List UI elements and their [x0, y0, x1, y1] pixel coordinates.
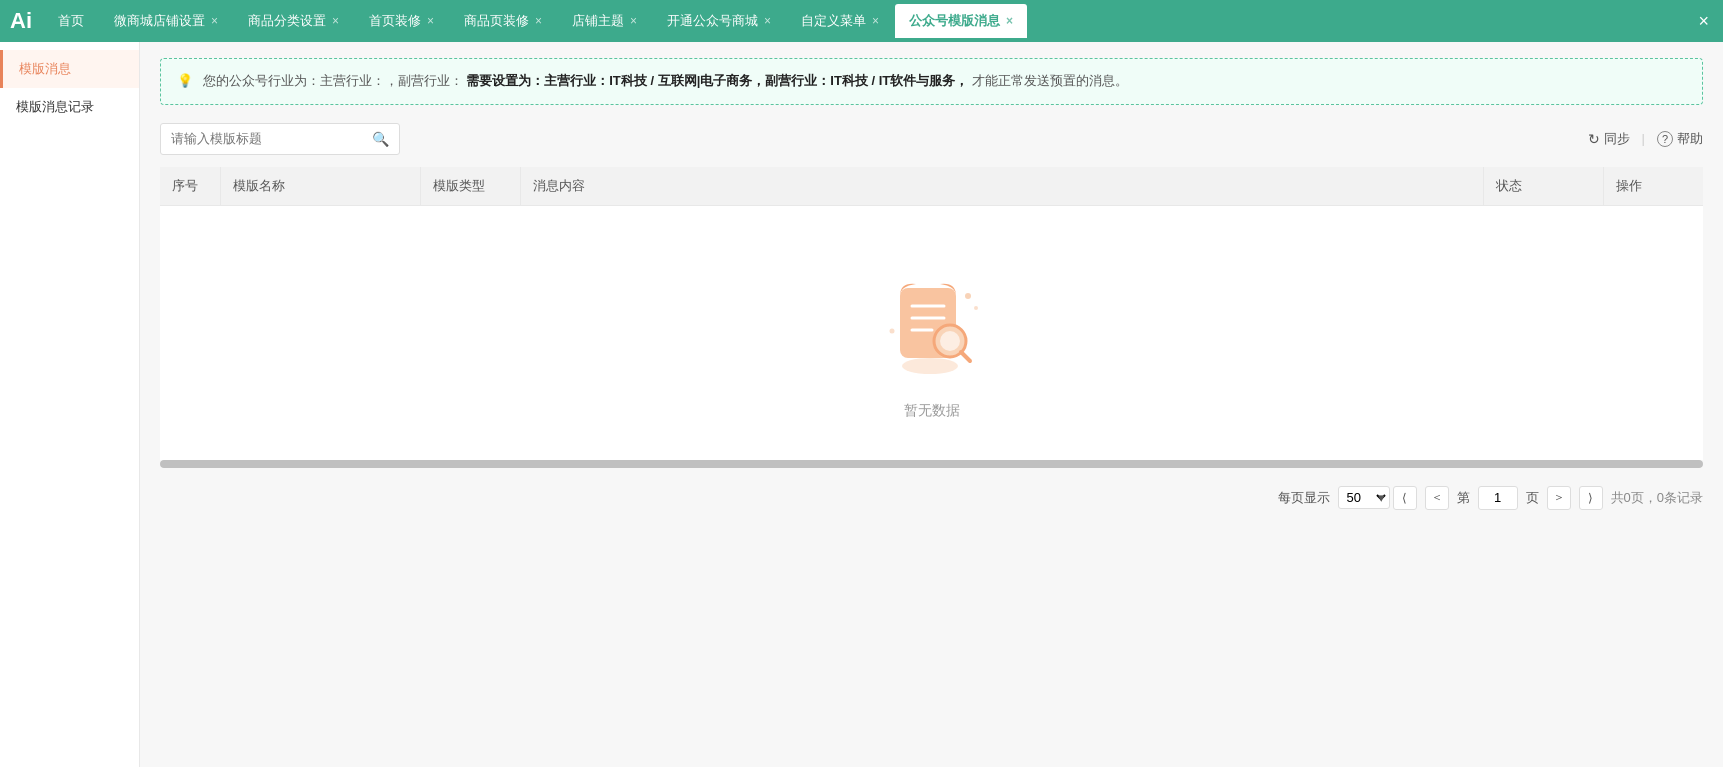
pagination: 每页显示 50 10 20 100 ▾ ⟨ ＜ 第 页 ＞ ⟩ [160, 478, 1703, 518]
close-productpage[interactable]: × [535, 14, 542, 28]
page-label: 第 [1457, 489, 1470, 507]
table-scrollbar[interactable] [160, 460, 1703, 468]
logo-tab: Ai [4, 4, 42, 38]
sidebar-item-template-record[interactable]: 模版消息记录 [0, 88, 139, 126]
search-input[interactable] [171, 131, 372, 146]
tab-home[interactable]: 首页 [44, 4, 98, 38]
page-size-label: 每页显示 [1278, 489, 1330, 507]
notice-icon: 💡 [177, 73, 193, 88]
window-close-button[interactable]: × [1688, 11, 1719, 32]
search-row: 🔍 ↻ 同步 | ? 帮助 [160, 123, 1703, 155]
sidebar-item-template-msg[interactable]: 模版消息 [0, 50, 139, 88]
main-layout: 模版消息 模版消息记录 💡 您的公众号行业为：主营行业：，副营行业： 需要设置为… [0, 42, 1723, 767]
next-page-icon: ＞ [1553, 489, 1565, 506]
close-custommenu[interactable]: × [872, 14, 879, 28]
close-template[interactable]: × [1006, 14, 1013, 28]
col-header-action: 操作 [1603, 167, 1703, 206]
last-page-icon: ⟩ [1588, 491, 1593, 505]
tab-mall[interactable]: 开通公众号商城 × [653, 4, 785, 38]
tab-custommenu[interactable]: 自定义菜单 × [787, 4, 893, 38]
sync-button[interactable]: ↻ 同步 [1588, 130, 1630, 148]
empty-text: 暂无数据 [160, 402, 1703, 420]
empty-state: 暂无数据 [160, 206, 1703, 460]
tab-category[interactable]: 商品分类设置 × [234, 4, 353, 38]
search-input-wrap: 🔍 [160, 123, 400, 155]
col-header-name: 模版名称 [220, 167, 420, 206]
tab-bar: Ai 首页 微商城店铺设置 × 商品分类设置 × 首页装修 × 商品页装修 × … [0, 0, 1723, 42]
svg-point-8 [965, 293, 971, 299]
svg-point-6 [940, 331, 960, 351]
table-empty-row: 暂无数据 [160, 205, 1703, 460]
prev-page-icon: ＜ [1431, 489, 1443, 506]
data-table: 序号 模版名称 模版类型 消息内容 状态 操作 [160, 167, 1703, 460]
help-button[interactable]: ? 帮助 [1657, 130, 1703, 148]
content-area: 💡 您的公众号行业为：主营行业：，副营行业： 需要设置为：主营行业：IT科技 /… [140, 42, 1723, 767]
divider: | [1642, 131, 1645, 146]
tab-weishop[interactable]: 微商城店铺设置 × [100, 4, 232, 38]
empty-icon [872, 266, 992, 386]
tab-homepage[interactable]: 首页装修 × [355, 4, 448, 38]
notice-banner: 💡 您的公众号行业为：主营行业：，副营行业： 需要设置为：主营行业：IT科技 /… [160, 58, 1703, 105]
col-header-status: 状态 [1483, 167, 1603, 206]
total-records: 共0页，0条记录 [1611, 489, 1703, 507]
page-size-select[interactable]: 50 10 20 100 [1338, 486, 1390, 509]
page-number-input[interactable] [1478, 486, 1518, 510]
close-category[interactable]: × [332, 14, 339, 28]
help-icon: ? [1657, 131, 1673, 147]
sync-icon: ↻ [1588, 131, 1600, 147]
close-weishop[interactable]: × [211, 14, 218, 28]
svg-point-9 [974, 306, 978, 310]
table-header-row: 序号 模版名称 模版类型 消息内容 状态 操作 [160, 167, 1703, 206]
first-page-button[interactable]: ⟨ [1393, 486, 1417, 510]
col-header-type: 模版类型 [420, 167, 520, 206]
col-header-content: 消息内容 [520, 167, 1483, 206]
toolbar-right: ↻ 同步 | ? 帮助 [1588, 130, 1703, 148]
tab-template[interactable]: 公众号模版消息 × [895, 4, 1027, 38]
next-page-button[interactable]: ＞ [1547, 486, 1571, 510]
sidebar: 模版消息 模版消息记录 [0, 42, 140, 767]
prev-page-button[interactable]: ＜ [1425, 486, 1449, 510]
svg-point-10 [889, 328, 894, 333]
last-page-button[interactable]: ⟩ [1579, 486, 1603, 510]
table-body: 暂无数据 [160, 205, 1703, 460]
close-theme[interactable]: × [630, 14, 637, 28]
tab-theme[interactable]: 店铺主题 × [558, 4, 651, 38]
first-page-icon: ⟨ [1402, 491, 1407, 505]
page-unit: 页 [1526, 489, 1539, 507]
close-homepage[interactable]: × [427, 14, 434, 28]
close-mall[interactable]: × [764, 14, 771, 28]
svg-line-7 [961, 352, 970, 361]
svg-point-0 [902, 358, 958, 374]
tab-productpage[interactable]: 商品页装修 × [450, 4, 556, 38]
scrollbar-thumb [160, 460, 1703, 468]
col-header-index: 序号 [160, 167, 220, 206]
search-icon[interactable]: 🔍 [372, 131, 389, 147]
